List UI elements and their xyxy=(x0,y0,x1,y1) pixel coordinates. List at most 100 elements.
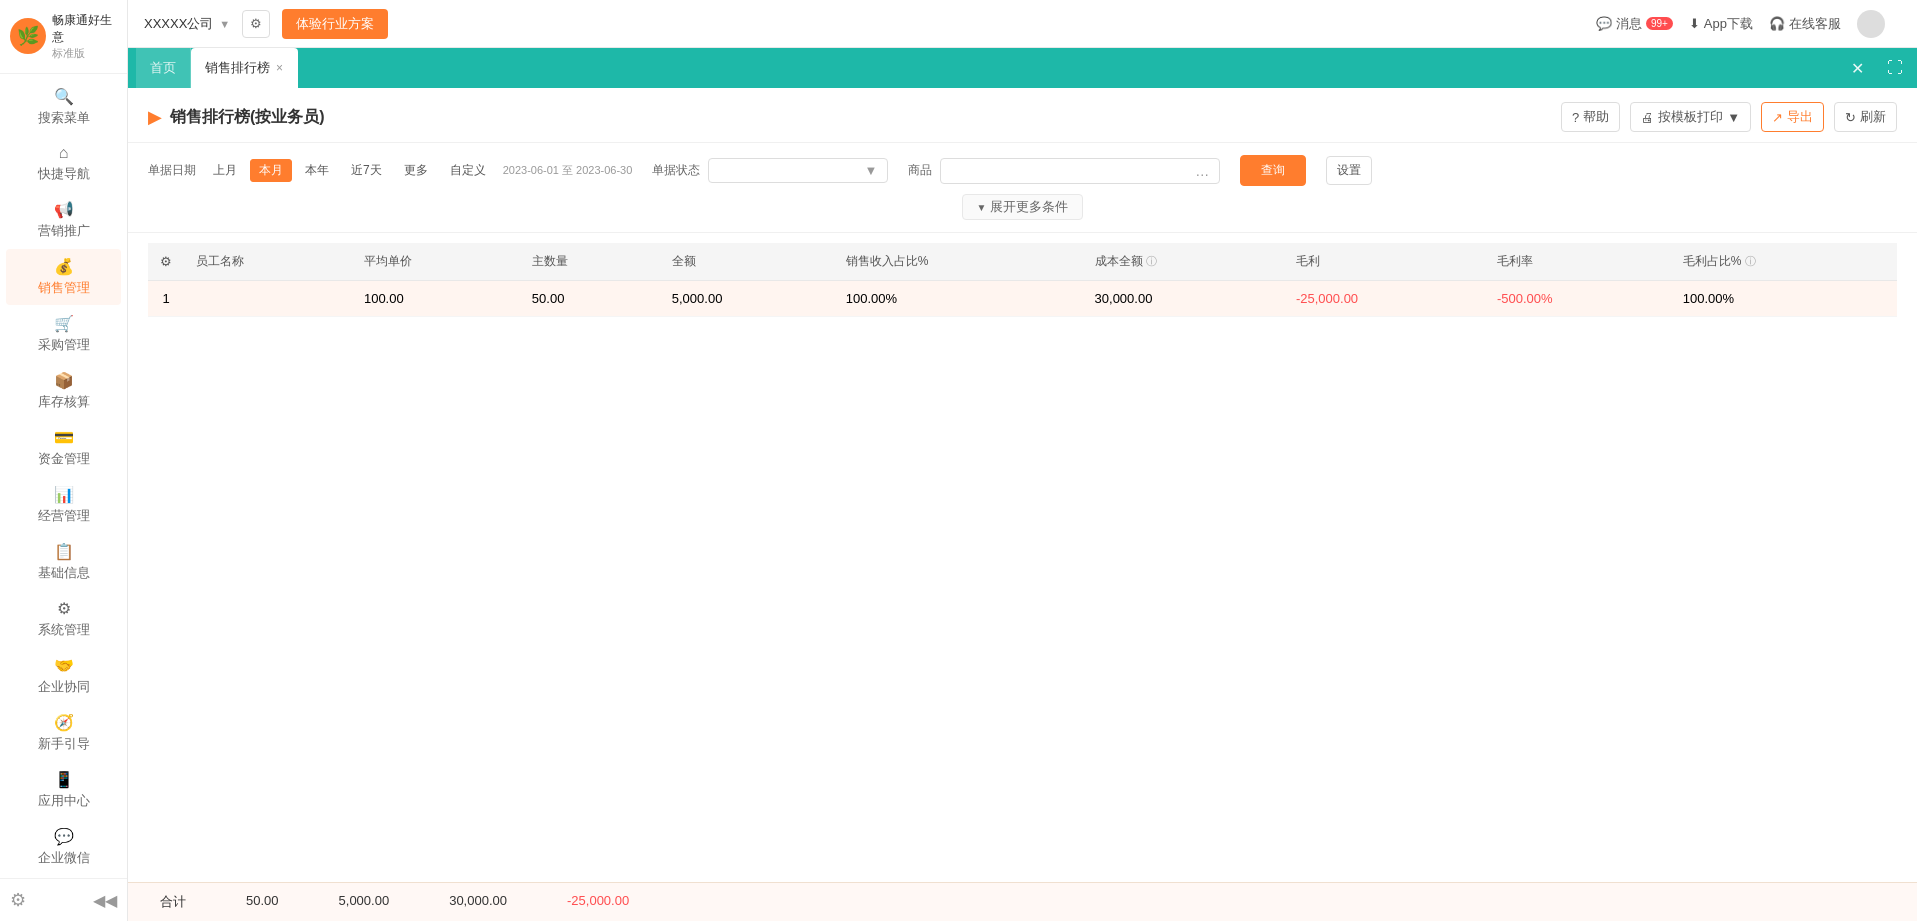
settings-icon[interactable]: ⚙ xyxy=(10,889,26,911)
filter-area: 单据日期 上月 本月 本年 近7天 更多 自定义 2023-06-01 至 20… xyxy=(128,143,1917,233)
sidebar-item-appstore[interactable]: 📱 应用中心 xyxy=(6,762,121,818)
table-header-row: ⚙ 员工名称 平均单价 主数量 全额 销售收入占比% 成本全额 ⓘ 毛利 毛利率 xyxy=(148,243,1897,281)
profit-pct-info-icon[interactable]: ⓘ xyxy=(1745,255,1756,267)
footer-qty: 50.00 xyxy=(246,893,279,911)
sidebar-item-label: 企业微信 xyxy=(38,849,90,867)
expand-more-button[interactable]: ▼ 展开更多条件 xyxy=(962,194,1084,220)
sidebar-nav: 🔍 搜索菜单 ⌂ 快捷导航 📢 营销推广 💰 销售管理 🛒 采购管理 📦 库存核… xyxy=(0,74,127,878)
finance-icon: 💳 xyxy=(54,428,74,447)
sidebar-item-wechat[interactable]: 💬 企业微信 xyxy=(6,819,121,875)
logo-text: 畅康通好生意 xyxy=(52,12,117,46)
sidebar-item-marketing[interactable]: 📢 营销推广 xyxy=(6,192,121,248)
base-icon: 📋 xyxy=(54,542,74,561)
table-settings-icon[interactable]: ⚙ xyxy=(160,254,172,269)
topbar: XXXXX公司 ▼ ⚙ 体验行业方案 💬 消息 99+ ⬇ App下载 🎧 在线… xyxy=(128,0,1917,48)
print-button[interactable]: 🖨 按模板打印 ▼ xyxy=(1630,102,1751,132)
chevron-down-icon: ▼ xyxy=(219,18,230,30)
td-amount: 5,000.00 xyxy=(660,281,834,317)
tab-home[interactable]: 首页 xyxy=(136,48,191,88)
sidebar-item-label: 企业协同 xyxy=(38,678,90,696)
query-button[interactable]: 查询 xyxy=(1240,155,1306,186)
trial-button[interactable]: 体验行业方案 xyxy=(282,9,388,39)
td-avg-price: 100.00 xyxy=(352,281,520,317)
home-tab-label: 首页 xyxy=(150,59,176,77)
sidebar-item-system[interactable]: ⚙ 系统管理 xyxy=(6,591,121,647)
footer-cost: 30,000.00 xyxy=(449,893,507,911)
tab-sales-ranking[interactable]: 销售排行榜 × xyxy=(191,48,298,88)
sidebar-item-purchase[interactable]: 🛒 采购管理 xyxy=(6,306,121,362)
sidebar: 🌿 畅康通好生意 标准版 🔍 搜索菜单 ⌂ 快捷导航 📢 营销推广 💰 销售管理… xyxy=(0,0,128,921)
table-footer: 合计 50.00 5,000.00 30,000.00 -25,000.00 xyxy=(128,882,1917,921)
guide-icon: 🧭 xyxy=(54,713,74,732)
date-this-year-button[interactable]: 本年 xyxy=(296,159,338,182)
purchase-icon: 🛒 xyxy=(54,314,74,333)
sidebar-item-ops[interactable]: 📊 经营管理 xyxy=(6,477,121,533)
date-this-month-button[interactable]: 本月 xyxy=(250,159,292,182)
td-sales-pct: 100.00% xyxy=(834,281,1083,317)
date-7days-button[interactable]: 近7天 xyxy=(342,159,391,182)
sidebar-item-sales[interactable]: 💰 销售管理 xyxy=(6,249,121,305)
print-label: 按模板打印 xyxy=(1658,108,1723,126)
user-avatar[interactable] xyxy=(1857,10,1885,38)
expand-more-row: ▼ 展开更多条件 xyxy=(148,194,1897,220)
print-icon: 🖨 xyxy=(1641,110,1654,125)
sidebar-item-inventory[interactable]: 📦 库存核算 xyxy=(6,363,121,419)
th-settings: ⚙ xyxy=(148,243,184,281)
td-profit-rate: -500.00% xyxy=(1485,281,1671,317)
td-employee-name xyxy=(184,281,352,317)
sidebar-item-label: 资金管理 xyxy=(38,450,90,468)
sidebar-bottom: ⚙ ◀◀ xyxy=(0,878,127,921)
message-label: 消息 xyxy=(1616,15,1642,33)
help-icon: ? xyxy=(1572,110,1579,125)
app-download-button[interactable]: ⬇ App下载 xyxy=(1689,15,1753,33)
tab-close-button[interactable]: × xyxy=(276,61,283,75)
th-qty: 主数量 xyxy=(520,243,660,281)
th-avg-price: 平均单价 xyxy=(352,243,520,281)
export-button[interactable]: ↗ 导出 xyxy=(1761,102,1824,132)
date-filter-label: 单据日期 xyxy=(148,162,196,179)
tab-actions: ✕ ⛶ xyxy=(1843,54,1909,82)
refresh-label: 刷新 xyxy=(1860,108,1886,126)
date-custom-button[interactable]: 自定义 xyxy=(441,159,495,182)
sidebar-item-label: 应用中心 xyxy=(38,792,90,810)
online-service-button[interactable]: 🎧 在线客服 xyxy=(1769,15,1841,33)
collapse-icon[interactable]: ◀◀ xyxy=(93,891,117,910)
company-name: XXXXX公司 xyxy=(144,15,213,33)
sidebar-item-quick-nav[interactable]: ⌂ 快捷导航 xyxy=(6,136,121,191)
status-select[interactable]: ▼ xyxy=(708,158,888,183)
date-more-button[interactable]: 更多 xyxy=(395,159,437,182)
company-settings-button[interactable]: ⚙ xyxy=(242,10,270,38)
online-service-label: 在线客服 xyxy=(1789,15,1841,33)
goods-select[interactable]: … xyxy=(940,158,1220,184)
sidebar-item-coop[interactable]: 🤝 企业协同 xyxy=(6,648,121,704)
page-header: ▶ 销售排行榜(按业务员) ? 帮助 🖨 按模板打印 ▼ ↗ 导 xyxy=(128,88,1917,143)
coop-icon: 🤝 xyxy=(54,656,74,675)
download-icon: ⬇ xyxy=(1689,16,1700,31)
goods-more-icon[interactable]: … xyxy=(1195,163,1209,179)
th-profit-rate: 毛利率 xyxy=(1485,243,1671,281)
filter-row: 单据日期 上月 本月 本年 近7天 更多 自定义 2023-06-01 至 20… xyxy=(148,155,1897,186)
cost-info-icon[interactable]: ⓘ xyxy=(1146,255,1157,267)
expand-sidebar-icon[interactable]: ▶ xyxy=(148,106,162,128)
topbar-right: 💬 消息 99+ ⬇ App下载 🎧 在线客服 xyxy=(1596,10,1901,38)
service-icon: 🎧 xyxy=(1769,16,1785,31)
tab-maximize-icon[interactable]: ⛶ xyxy=(1881,54,1909,82)
td-profit: -25,000.00 xyxy=(1284,281,1485,317)
settings-button[interactable]: 设置 xyxy=(1326,156,1372,185)
message-badge: 99+ xyxy=(1646,17,1673,30)
date-last-month-button[interactable]: 上月 xyxy=(204,159,246,182)
th-profit-pct: 毛利占比% ⓘ xyxy=(1671,243,1897,281)
gear-icon: ⚙ xyxy=(250,16,262,31)
sidebar-item-label: 经营管理 xyxy=(38,507,90,525)
sidebar-item-guide[interactable]: 🧭 新手引导 xyxy=(6,705,121,761)
company-selector[interactable]: XXXXX公司 ▼ xyxy=(144,15,230,33)
td-qty: 50.00 xyxy=(520,281,660,317)
message-button[interactable]: 💬 消息 99+ xyxy=(1596,15,1673,33)
help-button[interactable]: ? 帮助 xyxy=(1561,102,1620,132)
td-profit-pct: 100.00% xyxy=(1671,281,1897,317)
sidebar-item-finance[interactable]: 💳 资金管理 xyxy=(6,420,121,476)
sidebar-item-base[interactable]: 📋 基础信息 xyxy=(6,534,121,590)
refresh-button[interactable]: ↻ 刷新 xyxy=(1834,102,1897,132)
tab-close-window-icon[interactable]: ✕ xyxy=(1843,54,1871,82)
sidebar-item-search[interactable]: 🔍 搜索菜单 xyxy=(6,79,121,135)
